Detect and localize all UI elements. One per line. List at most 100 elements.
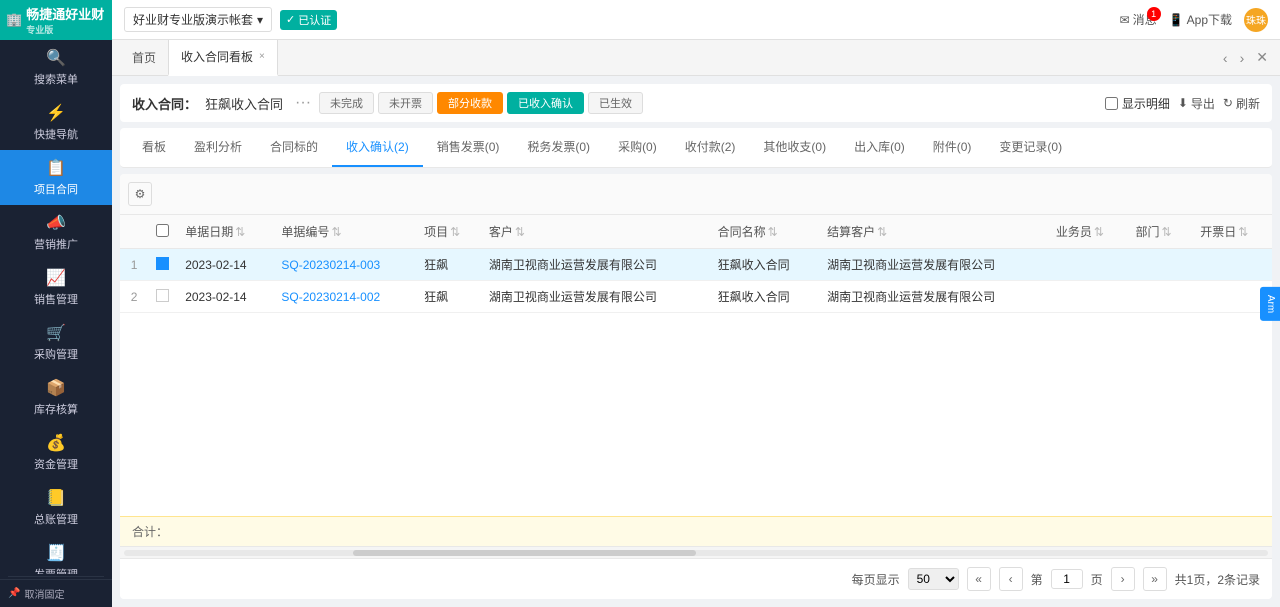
tab-home[interactable]: 首页 [120,40,168,76]
show-detail-label: 显示明细 [1122,95,1170,112]
sidebar-item-funds[interactable]: 💰 资金管理 [0,425,112,480]
tab-item-7[interactable]: 收付款(2) [671,128,750,167]
message-action[interactable]: ✉ 1 消息 [1120,11,1157,28]
sidebar-label-funds: 资金管理 [34,456,78,472]
tab-item-5[interactable]: 税务发票(0) [513,128,604,167]
next-page-btn[interactable]: › [1111,567,1135,591]
sidebar-item-marketing[interactable]: 📣营销推广 [0,205,112,260]
tab-item-3[interactable]: 收入确认(2) [332,128,423,167]
last-page-btn[interactable]: » [1143,567,1167,591]
refresh-action[interactable]: ↻ 刷新 [1223,95,1260,112]
home-label: 首页 [132,49,156,66]
status-btn-3[interactable]: 已收入确认 [507,92,584,114]
tab-item-4[interactable]: 销售发票(0) [423,128,514,167]
settings-btn[interactable]: ⚙ [128,182,152,206]
page-input[interactable] [1051,569,1083,589]
refresh-label: 刷新 [1236,95,1260,112]
sidebar-item-quick[interactable]: ⚡快捷导航 [0,95,112,150]
col-header-1 [148,215,177,249]
row-salesman-1 [1048,281,1128,313]
sidebar-item-general[interactable]: 📒总账管理 [0,480,112,535]
export-action[interactable]: ⬇ 导出 [1178,95,1215,112]
per-page-label: 每页显示 [852,571,900,588]
page-label-pre: 第 [1031,571,1043,588]
tab-nav: 看板盈利分析合同标的收入确认(2)销售发票(0)税务发票(0)采购(0)收付款(… [120,128,1272,168]
select-all-checkbox[interactable] [156,224,169,237]
sidebar-item-sales[interactable]: 📈销售管理 [0,260,112,315]
row-checkbox-1[interactable] [148,281,177,313]
logo-icon: 🏢 [6,12,22,28]
float-action[interactable]: Arm [1260,286,1280,320]
scrollbar-area[interactable] [120,546,1272,558]
tab-close-all-icon[interactable]: ✕ [1252,47,1272,68]
company-selector[interactable]: 好业财专业版演示帐套 ▾ [124,7,272,32]
status-btn-0[interactable]: 未完成 [319,92,374,114]
row-checkbox-0[interactable] [148,249,177,281]
tab-item-6[interactable]: 采购(0) [604,128,671,167]
user-action[interactable]: 珠珠 [1244,8,1268,32]
detail-checkbox-input[interactable] [1105,97,1118,110]
tab-prev-icon[interactable]: ‹ [1219,48,1232,68]
tab-item-10[interactable]: 附件(0) [919,128,986,167]
topbar: 好业财专业版演示帐套 ▾ ✓ 已认证 ✉ 1 消息 📱 App下载 珠珠 [112,0,1280,40]
table-row[interactable]: 1 2023-02-14 SQ-20230214-003 狂飙 湖南卫视商业运营… [120,249,1272,281]
sort-icon-4: ⇅ [450,225,460,239]
verified-label: 已认证 [298,12,331,28]
sidebar-icon-purchase: 🛒 [46,323,66,343]
sidebar-bottom[interactable]: 📌 取消固定 [0,579,112,607]
per-page-select[interactable]: 2050100 [908,568,959,590]
tab-contract[interactable]: 收入合同看板 × [168,40,278,76]
row-project-0: 狂飙 [416,249,481,281]
contract-more-btn[interactable]: ··· [295,94,311,112]
page-label-post: 页 [1091,571,1103,588]
tab-close-icon[interactable]: × [259,51,265,62]
sidebar-label-general: 总账管理 [34,511,78,527]
col-header-6[interactable]: 合同名称⇅ [710,215,819,249]
row-billno-link-0[interactable]: SQ-20230214-003 [281,258,380,272]
table-footer: 合计： [120,516,1272,546]
tab-item-8[interactable]: 其他收支(0) [749,128,840,167]
col-header-9[interactable]: 部门⇅ [1128,215,1193,249]
tab-next-icon[interactable]: › [1236,48,1249,68]
sort-icon-5: ⇅ [515,225,525,239]
tab-item-1[interactable]: 盈利分析 [180,128,256,167]
sidebar-item-project[interactable]: 📋项目合同 [0,150,112,205]
row-num-1: 2 [120,281,148,313]
col-header-7[interactable]: 结算客户⇅ [819,215,1048,249]
tab-item-11[interactable]: 变更记录(0) [985,128,1076,167]
sidebar-icon-funds: 💰 [46,433,66,453]
status-btn-4[interactable]: 已生效 [588,92,643,114]
first-page-btn[interactable]: « [967,567,991,591]
sidebar-item-search[interactable]: 🔍搜索菜单 [0,40,112,95]
tabsbar: 首页 收入合同看板 × ‹ › ✕ [112,40,1280,76]
app-download-action[interactable]: 📱 App下载 [1169,11,1232,28]
row-billno-link-1[interactable]: SQ-20230214-002 [281,290,380,304]
row-date-0: 2023-02-14 [177,249,273,281]
prev-page-btn[interactable]: ‹ [999,567,1023,591]
sidebar-icon-search: 🔍 [46,48,66,68]
status-btn-1[interactable]: 未开票 [378,92,433,114]
row-dept-0 [1128,249,1193,281]
col-header-4[interactable]: 项目⇅ [416,215,481,249]
sidebar-divider [8,576,104,577]
sidebar-item-inventory[interactable]: 📦库存核算 [0,370,112,425]
col-header-3[interactable]: 单据编号⇅ [273,215,416,249]
table-row[interactable]: 2 2023-02-14 SQ-20230214-002 狂飙 湖南卫视商业运营… [120,281,1272,313]
header-actions: 显示明细 ⬇ 导出 ↻ 刷新 [1105,95,1260,112]
col-header-5[interactable]: 客户⇅ [481,215,710,249]
status-btn-2[interactable]: 部分收款 [437,92,503,114]
col-header-2[interactable]: 单据日期⇅ [177,215,273,249]
col-header-10[interactable]: 开票日⇅ [1192,215,1272,249]
scrollbar-thumb[interactable] [353,550,696,556]
contract-name: 狂飙收入合同 [205,94,283,113]
tab-item-0[interactable]: 看板 [128,128,180,167]
col-header-8[interactable]: 业务员⇅ [1048,215,1128,249]
scroll-table[interactable]: 单据日期⇅单据编号⇅项目⇅客户⇅合同名称⇅结算客户⇅业务员⇅部门⇅开票日⇅ 1 … [120,215,1272,516]
sidebar-icon-marketing: 📣 [46,213,66,233]
tab-item-9[interactable]: 出入库(0) [840,128,919,167]
show-detail-checkbox[interactable]: 显示明细 [1105,95,1170,112]
sidebar-item-purchase[interactable]: 🛒采购管理 [0,315,112,370]
sidebar-item-invoice[interactable]: 🧾发票管理 [0,535,112,574]
chevron-down-icon: ▾ [257,13,263,27]
tab-item-2[interactable]: 合同标的 [256,128,332,167]
